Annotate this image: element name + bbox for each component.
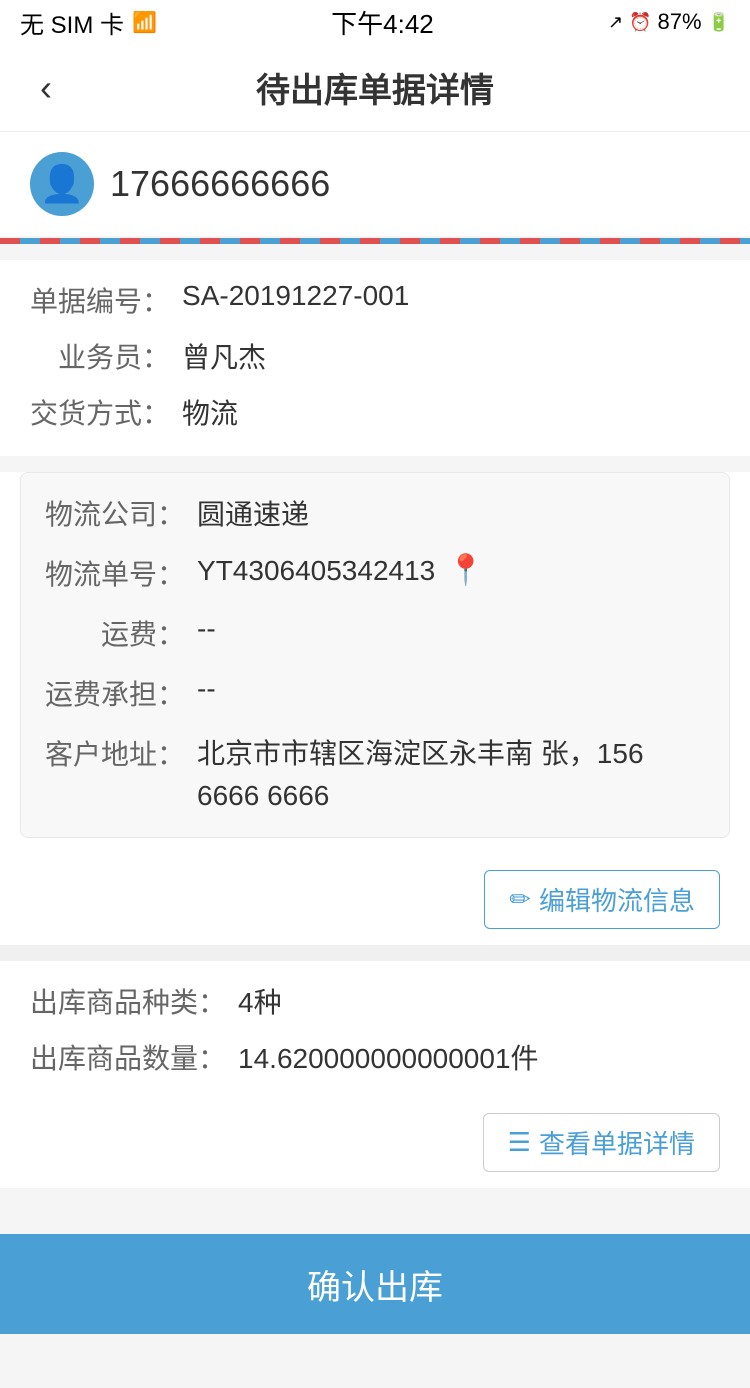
freight-bearer-label: 运费承担：	[45, 673, 185, 713]
goods-quantity-label: 出库商品数量：	[30, 1037, 226, 1077]
nav-bar: ‹ 待出库单据详情	[0, 44, 750, 132]
address-value: 北京市市辖区海淀区永丰南 张，156 6666 6666	[197, 733, 705, 817]
back-button[interactable]: ‹	[24, 66, 68, 110]
freight-bearer-value: --	[197, 673, 705, 705]
tracking-number-value: YT4306405342413 📍	[197, 553, 705, 588]
order-number-value: SA-20191227-001	[182, 280, 720, 312]
view-detail-button[interactable]: ☰ 查看单据详情	[483, 1113, 720, 1172]
logistics-company-value: 圆通速递	[197, 493, 705, 533]
battery-text: 87%	[658, 9, 702, 35]
edit-logistics-button[interactable]: ✏ 编辑物流信息	[484, 870, 720, 929]
goods-section: 出库商品种类： 4种 出库商品数量： 14.620000000000001件	[0, 961, 750, 1097]
goods-quantity-value: 14.620000000000001件	[238, 1037, 720, 1077]
carrier-text: 无 SIM 卡	[20, 5, 124, 40]
tracking-number-label: 物流单号：	[45, 553, 185, 593]
location-pin-icon[interactable]: 📍	[447, 553, 484, 588]
edit-logistics-area: ✏ 编辑物流信息	[0, 854, 750, 945]
salesman-row: 业务员： 曾凡杰	[30, 336, 720, 376]
goods-types-label: 出库商品种类：	[30, 981, 226, 1021]
user-phone: 17666666666	[110, 163, 330, 205]
address-row: 客户地址： 北京市市辖区海淀区永丰南 张，156 6666 6666	[45, 733, 705, 817]
avatar: 👤	[30, 152, 94, 216]
status-right: ↗ ⏰ 87% 🔋	[608, 9, 730, 35]
goods-types-value: 4种	[238, 981, 720, 1021]
goods-quantity-row: 出库商品数量： 14.620000000000001件	[30, 1037, 720, 1077]
status-time: 下午4:42	[331, 4, 434, 41]
address-label: 客户地址：	[45, 733, 185, 773]
tracking-num-text: YT4306405342413	[197, 555, 435, 587]
logistics-card: 物流公司： 圆通速递 物流单号： YT4306405342413 📍 运费： -…	[20, 472, 730, 838]
page-title: 待出库单据详情	[256, 63, 494, 112]
confirm-bar[interactable]: 确认出库	[0, 1234, 750, 1334]
delivery-method-value: 物流	[182, 392, 720, 432]
salesman-label: 业务员：	[30, 336, 170, 376]
status-left: 无 SIM 卡 📶	[20, 5, 157, 40]
logistics-company-row: 物流公司： 圆通速递	[45, 493, 705, 533]
delivery-method-label: 交货方式：	[30, 392, 170, 432]
user-header: 👤 17666666666	[0, 132, 750, 236]
edit-icon: ✏	[509, 884, 531, 915]
view-detail-icon: ☰	[508, 1127, 531, 1158]
freight-label: 运费：	[45, 613, 185, 653]
dashed-divider	[0, 238, 750, 244]
freight-row: 运费： --	[45, 613, 705, 653]
edit-logistics-label: 编辑物流信息	[539, 881, 695, 918]
status-bar: 无 SIM 卡 📶 下午4:42 ↗ ⏰ 87% 🔋	[0, 0, 750, 44]
logistics-company-label: 物流公司：	[45, 493, 185, 533]
salesman-value: 曾凡杰	[182, 336, 720, 376]
confirm-button-label: 确认出库	[307, 1260, 443, 1309]
order-info-section: 单据编号： SA-20191227-001 业务员： 曾凡杰 交货方式： 物流	[0, 260, 750, 456]
avatar-icon: 👤	[40, 163, 85, 205]
freight-bearer-row: 运费承担： --	[45, 673, 705, 713]
wifi-icon: 📶	[132, 10, 157, 35]
goods-types-row: 出库商品种类： 4种	[30, 981, 720, 1021]
freight-value: --	[197, 613, 705, 645]
view-detail-label: 查看单据详情	[539, 1124, 695, 1161]
location-status-icon: ↗	[608, 12, 623, 33]
delivery-method-row: 交货方式： 物流	[30, 392, 720, 432]
order-number-row: 单据编号： SA-20191227-001	[30, 280, 720, 320]
tracking-number-row: 物流单号： YT4306405342413 📍	[45, 553, 705, 593]
alarm-icon: ⏰	[629, 12, 651, 33]
view-detail-area: ☰ 查看单据详情	[0, 1097, 750, 1188]
order-number-label: 单据编号：	[30, 280, 170, 320]
battery-icon: 🔋	[708, 12, 730, 33]
back-arrow-icon: ‹	[40, 70, 52, 106]
section-divider-1	[0, 945, 750, 961]
